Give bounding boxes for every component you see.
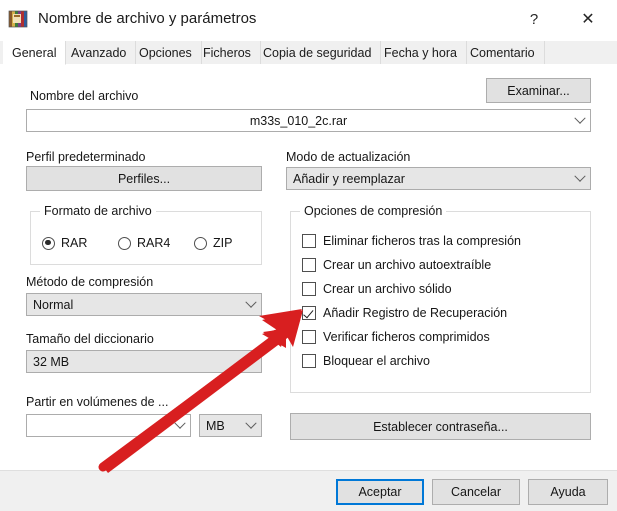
checkbox-delete-files-after-compression[interactable]: Eliminar ficheros tras la compresión xyxy=(302,234,521,248)
radio-zip[interactable]: ZIP xyxy=(194,236,232,250)
title-bar: Nombre de archivo y parámetros ? ✕ xyxy=(0,0,617,38)
dictionary-size-value: 32 MB xyxy=(33,354,70,369)
default-profile-label: Perfil predeterminado xyxy=(26,150,146,164)
radio-rar-label: RAR xyxy=(61,236,88,250)
checkbox-label: Verificar ficheros comprimidos xyxy=(323,330,490,344)
compression-options-title: Opciones de compresión xyxy=(300,204,447,218)
profiles-button[interactable]: Perfiles... xyxy=(26,166,262,191)
checkbox-label: Crear un archivo autoextraíble xyxy=(323,258,492,272)
radio-zip-label: ZIP xyxy=(213,236,233,250)
compression-method-combobox[interactable]: Normal xyxy=(26,293,262,316)
checkbox-label: Eliminar ficheros tras la compresión xyxy=(323,234,521,248)
update-mode-label: Modo de actualización xyxy=(286,150,411,164)
split-volumes-label: Partir en volúmenes de ... xyxy=(26,395,169,409)
checkbox-test-archived-files[interactable]: Verificar ficheros comprimidos xyxy=(302,330,490,344)
compression-method-value: Normal xyxy=(33,297,74,312)
checkbox-label: Añadir Registro de Recuperación xyxy=(323,306,508,320)
checkbox-add-recovery-record[interactable]: Añadir Registro de Recuperación xyxy=(302,306,507,320)
chevron-down-icon[interactable] xyxy=(570,170,590,183)
chevron-down-icon[interactable] xyxy=(570,112,590,125)
help-icon[interactable]: ? xyxy=(511,0,557,38)
archive-format-title: Formato de archivo xyxy=(40,204,156,218)
tab-copia-de-seguridad[interactable]: Copia de seguridad xyxy=(254,41,382,65)
checkbox-lock-archive[interactable]: Bloquear el archivo xyxy=(302,354,430,368)
split-volumes-unit-combobox[interactable]: MB xyxy=(199,414,262,437)
radio-rar4-label: RAR4 xyxy=(137,236,171,250)
update-mode-value: Añadir y reemplazar xyxy=(293,171,405,186)
chevron-down-icon[interactable] xyxy=(241,353,261,366)
tab-opciones[interactable]: Opciones xyxy=(130,41,202,65)
tab-fecha-y-hora[interactable]: Fecha y hora xyxy=(375,41,467,65)
chevron-down-icon[interactable] xyxy=(170,417,190,430)
set-password-button[interactable]: Establecer contraseña... xyxy=(290,413,591,440)
tab-general[interactable]: General xyxy=(3,41,67,65)
close-icon[interactable]: ✕ xyxy=(565,0,611,38)
chevron-down-icon[interactable] xyxy=(241,296,261,309)
split-volumes-combobox[interactable] xyxy=(26,414,191,437)
archive-name-and-parameters-dialog: Nombre de archivo y parámetros ? ✕ Gener… xyxy=(0,0,617,511)
dictionary-size-combobox[interactable]: 32 MB xyxy=(26,350,262,373)
ok-button[interactable]: Aceptar xyxy=(336,479,424,505)
checkbox-indicator xyxy=(302,282,316,296)
browse-button[interactable]: Examinar... xyxy=(486,78,591,103)
radio-indicator xyxy=(118,236,131,250)
checkbox-label: Bloquear el archivo xyxy=(323,354,431,368)
checkbox-create-solid-archive[interactable]: Crear un archivo sólido xyxy=(302,282,452,296)
checkbox-indicator xyxy=(302,354,316,368)
tab-avanzado[interactable]: Avanzado xyxy=(62,41,137,65)
dialog-footer: Aceptar Cancelar Ayuda xyxy=(0,470,617,511)
dictionary-size-label: Tamaño del diccionario xyxy=(26,332,154,346)
archive-name-value: m33s_010_2c.rar xyxy=(249,113,348,128)
winrar-books-icon xyxy=(8,10,28,28)
radio-indicator xyxy=(194,236,207,250)
compression-method-label: Método de compresión xyxy=(26,275,154,289)
checkbox-indicator xyxy=(302,234,316,248)
checkbox-label: Crear un archivo sólido xyxy=(323,282,452,296)
radio-rar[interactable]: RAR xyxy=(42,236,87,250)
radio-rar4[interactable]: RAR4 xyxy=(118,236,170,250)
checkbox-indicator xyxy=(302,330,316,344)
archive-format-group: Formato de archivo RAR RAR4 ZIP xyxy=(30,204,262,265)
checkbox-indicator xyxy=(302,306,316,320)
archive-name-label: Nombre del archivo xyxy=(30,89,139,103)
window-title: Nombre de archivo y parámetros xyxy=(38,10,257,27)
checkbox-indicator xyxy=(302,258,316,272)
archive-name-combobox[interactable]: m33s_010_2c.rar xyxy=(26,109,591,132)
general-tab-panel: Nombre del archivo Examinar... m33s_010_… xyxy=(0,64,617,471)
update-mode-combobox[interactable]: Añadir y reemplazar xyxy=(286,167,591,190)
tab-ficheros[interactable]: Ficheros xyxy=(194,41,261,65)
chevron-down-icon[interactable] xyxy=(241,417,261,430)
tab-strip: General Avanzado Opciones Ficheros Copia… xyxy=(0,41,617,66)
tab-comentario[interactable]: Comentario xyxy=(461,41,545,65)
split-volumes-unit-value: MB xyxy=(206,418,225,433)
checkbox-create-sfx-archive[interactable]: Crear un archivo autoextraíble xyxy=(302,258,491,272)
compression-options-group: Opciones de compresión Eliminar ficheros… xyxy=(290,204,591,393)
cancel-button[interactable]: Cancelar xyxy=(432,479,520,505)
radio-indicator xyxy=(42,236,55,250)
help-button[interactable]: Ayuda xyxy=(528,479,608,505)
